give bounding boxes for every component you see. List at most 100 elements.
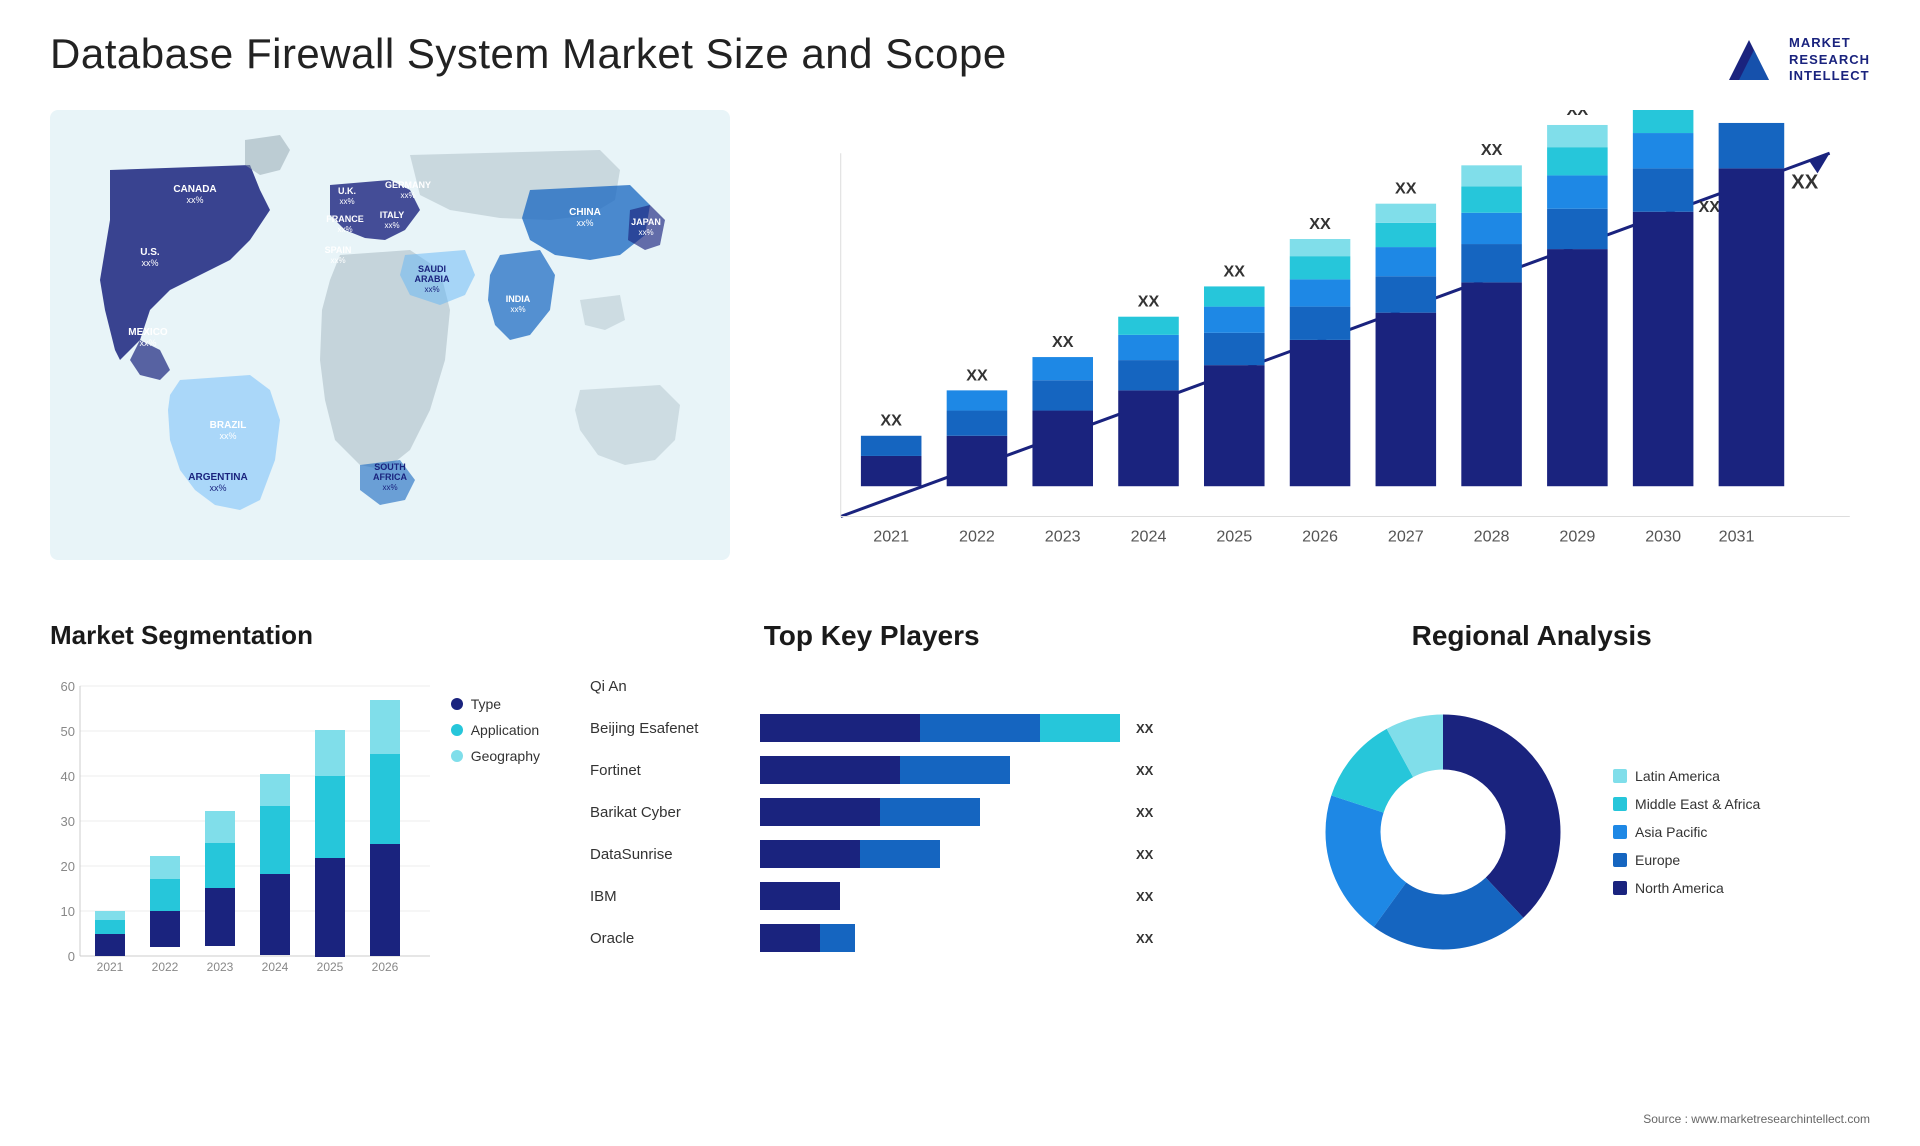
legend-latin-america: Latin America bbox=[1613, 768, 1760, 784]
svg-text:SAUDI: SAUDI bbox=[418, 264, 446, 274]
svg-text:XX: XX bbox=[1138, 293, 1160, 311]
bar-seg bbox=[880, 798, 980, 826]
bar-seg bbox=[760, 882, 840, 910]
player-name: DataSunrise bbox=[590, 846, 750, 863]
legend-dot bbox=[1613, 881, 1627, 895]
world-map-svg: CANADA xx% U.S. xx% MEXICO xx% BRAZIL xx… bbox=[50, 110, 730, 560]
svg-text:xx%: xx% bbox=[339, 197, 354, 206]
world-map: CANADA xx% U.S. xx% MEXICO xx% BRAZIL xx… bbox=[50, 110, 730, 560]
header: Database Firewall System Market Size and… bbox=[50, 30, 1870, 90]
svg-text:BRAZIL: BRAZIL bbox=[210, 420, 247, 431]
players-container: Qi An Beijing Esafenet XX bbox=[580, 672, 1163, 952]
svg-text:xx%: xx% bbox=[330, 256, 345, 265]
svg-text:0: 0 bbox=[68, 949, 75, 964]
page-title: Database Firewall System Market Size and… bbox=[50, 30, 1007, 78]
svg-text:30: 30 bbox=[61, 814, 75, 829]
svg-text:XX: XX bbox=[1224, 262, 1246, 280]
player-bar bbox=[760, 798, 1120, 826]
player-row: Fortinet XX bbox=[590, 756, 1153, 784]
logo-text: MARKET RESEARCH INTELLECT bbox=[1789, 35, 1870, 86]
svg-text:AFRICA: AFRICA bbox=[373, 472, 407, 482]
svg-text:2029: 2029 bbox=[1559, 528, 1595, 546]
svg-text:xx%: xx% bbox=[638, 228, 653, 237]
svg-text:XX: XX bbox=[1481, 141, 1503, 159]
top-section: CANADA xx% U.S. xx% MEXICO xx% BRAZIL xx… bbox=[50, 110, 1870, 590]
legend-middle-east: Middle East & Africa bbox=[1613, 796, 1760, 812]
svg-text:2024: 2024 bbox=[1131, 528, 1167, 546]
svg-text:xx%: xx% bbox=[141, 258, 158, 268]
player-bar bbox=[760, 714, 1120, 742]
svg-text:2023: 2023 bbox=[207, 960, 234, 974]
svg-text:2025: 2025 bbox=[1216, 528, 1252, 546]
player-row: IBM XX bbox=[590, 882, 1153, 910]
svg-text:2022: 2022 bbox=[152, 960, 179, 974]
segmentation-section: Market Segmentation 0 10 20 30 40 50 60 bbox=[50, 620, 550, 1100]
svg-text:60: 60 bbox=[61, 679, 75, 694]
player-bar bbox=[760, 840, 1120, 868]
svg-text:XX: XX bbox=[880, 412, 902, 430]
player-label: XX bbox=[1136, 847, 1153, 862]
legend-dot bbox=[1613, 853, 1627, 867]
svg-text:xx%: xx% bbox=[209, 483, 226, 493]
legend-label: North America bbox=[1635, 880, 1724, 896]
map-section: CANADA xx% U.S. xx% MEXICO xx% BRAZIL xx… bbox=[50, 110, 730, 590]
svg-text:XX: XX bbox=[1567, 110, 1589, 119]
seg-chart: 0 10 20 30 40 50 60 bbox=[50, 666, 450, 986]
player-bar-container bbox=[760, 798, 1120, 826]
svg-text:xx%: xx% bbox=[576, 218, 593, 228]
svg-text:2024: 2024 bbox=[262, 960, 289, 974]
svg-text:ITALY: ITALY bbox=[380, 210, 405, 220]
regional-section: Regional Analysis bbox=[1193, 620, 1870, 1100]
svg-text:SOUTH: SOUTH bbox=[374, 462, 406, 472]
svg-text:2028: 2028 bbox=[1474, 528, 1510, 546]
legend-app: Application bbox=[451, 722, 540, 738]
legend-type-dot bbox=[451, 698, 463, 710]
regional-legend: Latin America Middle East & Africa Asia … bbox=[1613, 768, 1760, 896]
players-section: Top Key Players Qi An Beijing Esafenet bbox=[580, 620, 1163, 1100]
bottom-section: Market Segmentation 0 10 20 30 40 50 60 bbox=[50, 620, 1870, 1100]
donut-svg bbox=[1303, 692, 1583, 972]
svg-text:2022: 2022 bbox=[959, 528, 995, 546]
svg-text:50: 50 bbox=[61, 724, 75, 739]
player-label: XX bbox=[1136, 931, 1153, 946]
legend-dot bbox=[1613, 797, 1627, 811]
legend-label: Asia Pacific bbox=[1635, 824, 1707, 840]
svg-text:U.K.: U.K. bbox=[338, 186, 356, 196]
legend-label: Europe bbox=[1635, 852, 1680, 868]
bar-chart-svg: XX 2021 XX 2022 XX 2023 bbox=[760, 110, 1870, 590]
player-name: Barikat Cyber bbox=[590, 804, 750, 821]
svg-text:GERMANY: GERMANY bbox=[385, 180, 431, 190]
legend-type: Type bbox=[451, 696, 540, 712]
svg-text:CANADA: CANADA bbox=[173, 184, 216, 195]
svg-text:2026: 2026 bbox=[1302, 528, 1338, 546]
svg-text:FRANCE: FRANCE bbox=[326, 214, 364, 224]
legend-geo: Geography bbox=[451, 748, 540, 764]
svg-text:xx%: xx% bbox=[510, 305, 525, 314]
svg-text:XX: XX bbox=[1395, 180, 1417, 198]
bar-seg bbox=[900, 756, 1010, 784]
legend-asia-pacific: Asia Pacific bbox=[1613, 824, 1760, 840]
segmentation-title: Market Segmentation bbox=[50, 620, 550, 651]
svg-text:XX: XX bbox=[1791, 172, 1818, 194]
regional-title: Regional Analysis bbox=[1193, 620, 1870, 652]
svg-text:2025: 2025 bbox=[317, 960, 344, 974]
legend-label: Latin America bbox=[1635, 768, 1720, 784]
svg-text:xx%: xx% bbox=[382, 483, 397, 492]
player-bar-container bbox=[760, 714, 1120, 742]
legend-north-america: North America bbox=[1613, 880, 1760, 896]
legend-app-label: Application bbox=[471, 722, 540, 738]
svg-text:2023: 2023 bbox=[1045, 528, 1081, 546]
bar-seg bbox=[1040, 714, 1120, 742]
svg-text:XX: XX bbox=[966, 366, 988, 384]
player-bar-container bbox=[760, 924, 1120, 952]
svg-text:CHINA: CHINA bbox=[569, 207, 601, 218]
player-bar-container bbox=[760, 672, 1153, 700]
svg-text:U.S.: U.S. bbox=[140, 247, 160, 258]
page: Database Firewall System Market Size and… bbox=[0, 0, 1920, 1146]
player-name: Fortinet bbox=[590, 762, 750, 779]
bar-seg bbox=[760, 924, 820, 952]
svg-text:2021: 2021 bbox=[873, 528, 909, 546]
player-row: Qi An bbox=[590, 672, 1153, 700]
regional-container: Latin America Middle East & Africa Asia … bbox=[1193, 672, 1870, 992]
svg-text:2031: 2031 bbox=[1719, 528, 1755, 546]
